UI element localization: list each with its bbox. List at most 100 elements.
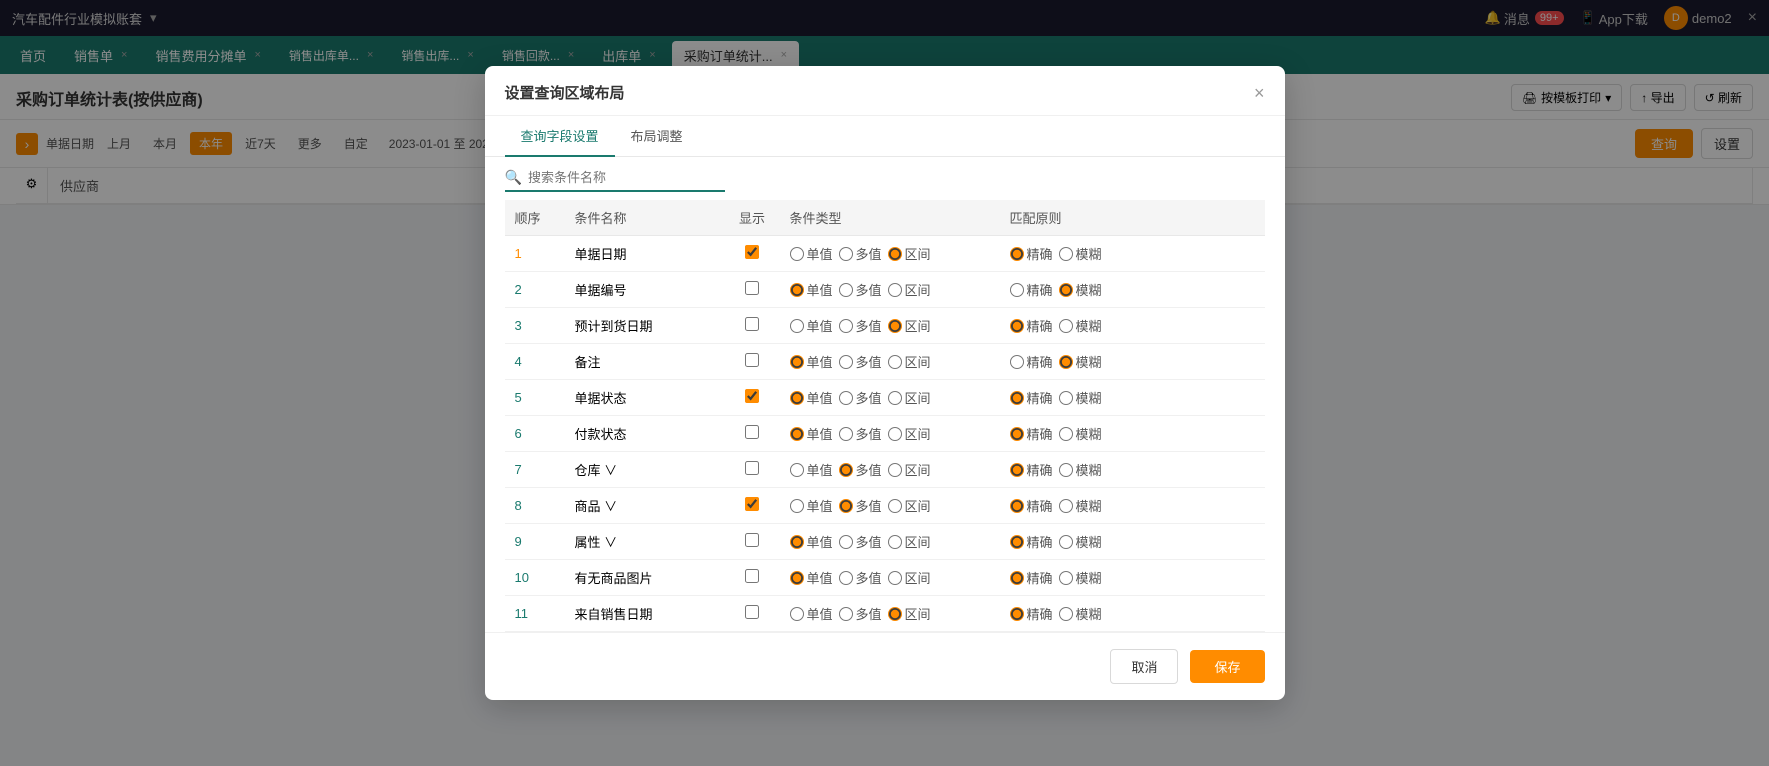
match-radio-精确[interactable] [1010, 463, 1024, 477]
cancel-button[interactable]: 取消 [1110, 649, 1178, 684]
display-checkbox[interactable] [745, 533, 759, 547]
save-button[interactable]: 保存 [1190, 650, 1264, 683]
match-radio-精确[interactable] [1010, 391, 1024, 405]
conditions-table: 顺序 条件名称 显示 条件类型 匹配原则 1单据日期单值多值区间精确模糊2单据编… [505, 200, 1265, 632]
match-radio-模糊[interactable] [1059, 427, 1073, 441]
row-match-rule: 精确模糊 [1000, 236, 1265, 272]
table-row: 10有无商品图片单值多值区间精确模糊 [505, 560, 1265, 596]
tab-layout-adjust[interactable]: 布局调整 [615, 116, 699, 157]
row-display-checkbox-cell [725, 524, 780, 560]
col-display: 显示 [725, 200, 780, 236]
match-radio-精确[interactable] [1010, 607, 1024, 621]
display-checkbox[interactable] [745, 461, 759, 475]
settings-modal: 设置查询区域布局 × 查询字段设置 布局调整 🔍 顺序 条件名称 显示 [485, 66, 1285, 700]
type-radio-区间[interactable] [888, 571, 902, 585]
match-radio-模糊[interactable] [1059, 463, 1073, 477]
type-radio-多值[interactable] [839, 427, 853, 441]
display-checkbox[interactable] [745, 497, 759, 511]
match-radio-精确[interactable] [1010, 499, 1024, 513]
type-radio-区间[interactable] [888, 283, 902, 297]
type-radio-区间[interactable] [888, 427, 902, 441]
row-condition-name: 商品 ∨ [565, 488, 725, 524]
type-radio-单值[interactable] [790, 535, 804, 549]
table-row: 11来自销售日期单值多值区间精确模糊 [505, 596, 1265, 632]
type-radio-区间[interactable] [888, 247, 902, 261]
display-checkbox[interactable] [745, 353, 759, 367]
row-condition-name: 有无商品图片 [565, 560, 725, 596]
match-radio-精确[interactable] [1010, 427, 1024, 441]
match-radio-精确[interactable] [1010, 319, 1024, 333]
type-radio-多值[interactable] [839, 535, 853, 549]
match-radio-模糊[interactable] [1059, 571, 1073, 585]
type-radio-区间[interactable] [888, 499, 902, 513]
type-radio-多值[interactable] [839, 319, 853, 333]
type-radio-区间[interactable] [888, 391, 902, 405]
display-checkbox[interactable] [745, 389, 759, 403]
match-radio-精确[interactable] [1010, 571, 1024, 585]
type-radio-单值[interactable] [790, 571, 804, 585]
type-radio-单值[interactable] [790, 355, 804, 369]
type-radio-多值[interactable] [839, 247, 853, 261]
match-radio-模糊[interactable] [1059, 607, 1073, 621]
match-radio-模糊[interactable] [1059, 355, 1073, 369]
tab-query-fields[interactable]: 查询字段设置 [505, 116, 615, 157]
match-radio-精确[interactable] [1010, 247, 1024, 261]
match-radio-精确[interactable] [1010, 535, 1024, 549]
type-radio-区间[interactable] [888, 535, 902, 549]
row-match-rule: 精确模糊 [1000, 272, 1265, 308]
match-radio-模糊[interactable] [1059, 247, 1073, 261]
row-order: 3 [505, 308, 565, 344]
type-radio-单值[interactable] [790, 319, 804, 333]
display-checkbox[interactable] [745, 425, 759, 439]
match-radio-模糊[interactable] [1059, 499, 1073, 513]
type-radio-多值[interactable] [839, 571, 853, 585]
match-radio-精确[interactable] [1010, 355, 1024, 369]
display-checkbox[interactable] [745, 245, 759, 259]
row-condition-type: 单值多值区间 [780, 344, 1000, 380]
table-row: 3预计到货日期单值多值区间精确模糊 [505, 308, 1265, 344]
row-display-checkbox-cell [725, 488, 780, 524]
row-condition-name: 来自销售日期 [565, 596, 725, 632]
table-row: 7仓库 ∨单值多值区间精确模糊 [505, 452, 1265, 488]
match-radio-模糊[interactable] [1059, 391, 1073, 405]
modal-overlay: 设置查询区域布局 × 查询字段设置 布局调整 🔍 顺序 条件名称 显示 [0, 0, 1769, 766]
match-radio-精确[interactable] [1010, 283, 1024, 297]
row-condition-name: 备注 [565, 344, 725, 380]
modal-close-button[interactable]: × [1254, 84, 1265, 102]
display-checkbox[interactable] [745, 317, 759, 331]
match-radio-模糊[interactable] [1059, 319, 1073, 333]
type-radio-区间[interactable] [888, 463, 902, 477]
display-checkbox[interactable] [745, 605, 759, 619]
type-radio-单值[interactable] [790, 391, 804, 405]
match-radio-模糊[interactable] [1059, 283, 1073, 297]
type-radio-区间[interactable] [888, 355, 902, 369]
table-row: 9属性 ∨单值多值区间精确模糊 [505, 524, 1265, 560]
row-match-rule: 精确模糊 [1000, 524, 1265, 560]
type-radio-单值[interactable] [790, 247, 804, 261]
type-radio-多值[interactable] [839, 391, 853, 405]
type-radio-单值[interactable] [790, 463, 804, 477]
row-condition-name: 单据编号 [565, 272, 725, 308]
type-radio-单值[interactable] [790, 427, 804, 441]
row-condition-type: 单值多值区间 [780, 236, 1000, 272]
modal-header: 设置查询区域布局 × [485, 66, 1285, 116]
modal-search-area: 🔍 [485, 157, 1285, 200]
type-radio-多值[interactable] [839, 499, 853, 513]
type-radio-单值[interactable] [790, 499, 804, 513]
display-checkbox[interactable] [745, 569, 759, 583]
type-radio-单值[interactable] [790, 607, 804, 621]
type-radio-多值[interactable] [839, 355, 853, 369]
display-checkbox[interactable] [745, 281, 759, 295]
type-radio-区间[interactable] [888, 607, 902, 621]
row-match-rule: 精确模糊 [1000, 596, 1265, 632]
condition-search-input[interactable] [528, 170, 708, 185]
row-order: 7 [505, 452, 565, 488]
type-radio-多值[interactable] [839, 607, 853, 621]
match-radio-模糊[interactable] [1059, 535, 1073, 549]
col-order: 顺序 [505, 200, 565, 236]
type-radio-区间[interactable] [888, 319, 902, 333]
type-radio-多值[interactable] [839, 463, 853, 477]
search-icon: 🔍 [505, 169, 522, 186]
type-radio-单值[interactable] [790, 283, 804, 297]
type-radio-多值[interactable] [839, 283, 853, 297]
